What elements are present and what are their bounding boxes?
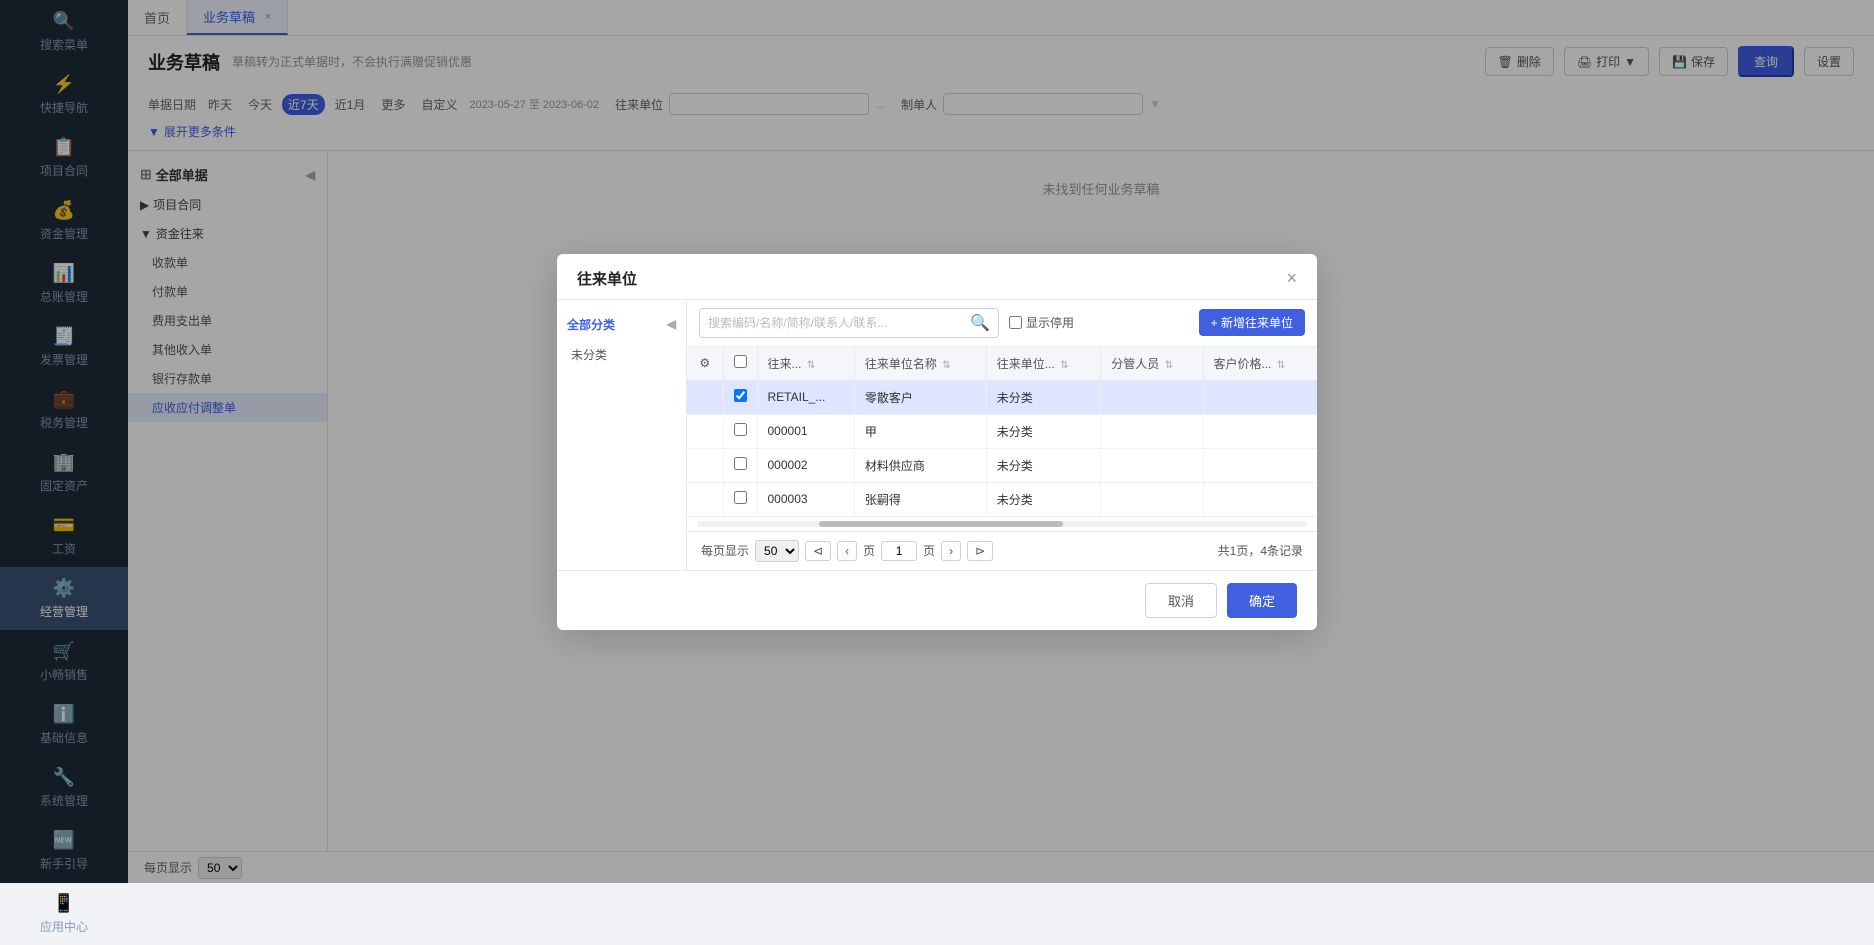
row-category-1: 未分类 [986,380,1101,414]
row-code-2: 000001 [757,414,854,448]
col-name-label: 往来单位名称 [865,357,937,371]
modal-search-input[interactable] [708,316,966,330]
row-name-1: 零散客户 [854,380,986,414]
modal-sidebar-header: 全部分类 ◀ [557,310,686,339]
col-setting: ⚙ [687,347,723,381]
modal-sidebar-collapse-icon[interactable]: ◀ [667,317,676,331]
col-code-label: 往来... [768,357,802,371]
modal-toolbar: 🔍 显示停用 + 新增往来单位 [687,300,1317,347]
select-all-checkbox[interactable] [734,355,747,368]
page-word: 页 [863,542,875,559]
per-page-select[interactable]: 50 [755,540,799,562]
row-manager-1 [1101,380,1203,414]
row-setting-1 [687,380,723,414]
first-page-button[interactable]: ⊲ [805,541,831,561]
row-code-3: 000002 [757,448,854,482]
search-icon: 🔍 [970,313,990,333]
col-code: 往来... ⇅ [757,347,854,381]
modal-search-box: 🔍 [699,308,999,338]
col-manager: 分管人员 ⇅ [1101,347,1203,381]
scrollbar-thumb [819,521,1063,527]
row-checkbox-2[interactable] [734,423,747,436]
row-setting-3 [687,448,723,482]
modal-overlay[interactable]: 往来单位 × 全部分类 ◀ 未分类 🔍 [0,0,1874,883]
col-price-level-label: 客户价格... [1214,357,1272,371]
app-center-icon: 📱 [53,892,75,914]
modal-footer-bar: 每页显示 50 ⊲ ‹ 页 页 › ⊳ 共1页，4条记录 [687,531,1317,570]
unit-table: ⚙ 往来... ⇅ 往来单位名称 [687,347,1317,517]
row-checkbox-4[interactable] [734,491,747,504]
row-price-3 [1203,448,1317,482]
row-price-1 [1203,380,1317,414]
row-category-4: 未分类 [986,482,1101,516]
row-name-4: 张嗣得 [854,482,986,516]
settings-icon: ⚙ [699,356,710,370]
row-check-2 [723,414,757,448]
per-page-label: 每页显示 [701,542,749,559]
modal-body: 全部分类 ◀ 未分类 🔍 显示停用 + 新增往来单位 [557,300,1317,570]
sort-code-icon: ⇅ [807,360,815,371]
table-row[interactable]: 000003 张嗣得 未分类 [687,482,1317,516]
sidebar-label-app-center: 应用中心 [40,918,88,935]
row-category-3: 未分类 [986,448,1101,482]
row-code-4: 000003 [757,482,854,516]
row-checkbox-1[interactable] [734,389,747,402]
confirm-button[interactable]: 确定 [1227,583,1297,618]
page-input[interactable] [881,541,917,561]
row-code-1: RETAIL_... [757,380,854,414]
table-row[interactable]: RETAIL_... 零散客户 未分类 [687,380,1317,414]
show-disabled-label[interactable]: 显示停用 [1009,314,1074,331]
row-price-4 [1203,482,1317,516]
col-checkbox [723,347,757,381]
col-manager-label: 分管人员 [1111,357,1159,371]
table-row[interactable]: 000001 甲 未分类 [687,414,1317,448]
add-unit-button[interactable]: + 新增往来单位 [1199,309,1305,336]
sort-category-icon: ⇅ [1060,360,1068,371]
row-checkbox-3[interactable] [734,457,747,470]
row-check-1 [723,380,757,414]
sort-price-icon: ⇅ [1277,360,1285,371]
modal-close-button[interactable]: × [1286,269,1297,287]
sort-name-icon: ⇅ [942,360,950,371]
col-name: 往来单位名称 ⇅ [854,347,986,381]
row-manager-2 [1101,414,1203,448]
horizontal-scrollbar[interactable] [697,521,1307,527]
row-category-2: 未分类 [986,414,1101,448]
next-page-button[interactable]: › [941,541,961,561]
row-setting-4 [687,482,723,516]
col-price-level: 客户价格... ⇅ [1203,347,1317,381]
table-header-row: ⚙ 往来... ⇅ 往来单位名称 [687,347,1317,381]
modal-sidebar-item-unclassified[interactable]: 未分类 [557,339,686,370]
col-category: 往来单位... ⇅ [986,347,1101,381]
col-category-label: 往来单位... [997,357,1055,371]
modal-sidebar-title: 全部分类 [567,316,615,333]
row-check-3 [723,448,757,482]
row-manager-4 [1101,482,1203,516]
modal-title: 往来单位 [577,268,637,289]
total-records: 共1页，4条记录 [1218,542,1303,559]
page-unit: 页 [923,542,935,559]
row-manager-3 [1101,448,1203,482]
row-check-4 [723,482,757,516]
pagination-left: 每页显示 50 ⊲ ‹ 页 页 › ⊳ [701,540,993,562]
table-row[interactable]: 000002 材料供应商 未分类 [687,448,1317,482]
prev-page-button[interactable]: ‹ [837,541,857,561]
modal-header: 往来单位 × [557,254,1317,300]
cancel-button[interactable]: 取消 [1145,583,1217,618]
sort-manager-icon: ⇅ [1165,360,1173,371]
modal-main-content: 🔍 显示停用 + 新增往来单位 ⚙ [687,300,1317,570]
modal-table: ⚙ 往来... ⇅ 往来单位名称 [687,347,1317,517]
modal-actions: 取消 确定 [557,570,1317,630]
row-setting-2 [687,414,723,448]
last-page-button[interactable]: ⊳ [967,541,993,561]
modal-dialog: 往来单位 × 全部分类 ◀ 未分类 🔍 [557,254,1317,630]
show-disabled-checkbox[interactable] [1009,316,1022,329]
row-name-3: 材料供应商 [854,448,986,482]
show-disabled-text: 显示停用 [1026,314,1074,331]
row-name-2: 甲 [854,414,986,448]
modal-sidebar: 全部分类 ◀ 未分类 [557,300,687,570]
row-price-2 [1203,414,1317,448]
sidebar-item-app-center[interactable]: 📱 应用中心 [0,882,128,945]
